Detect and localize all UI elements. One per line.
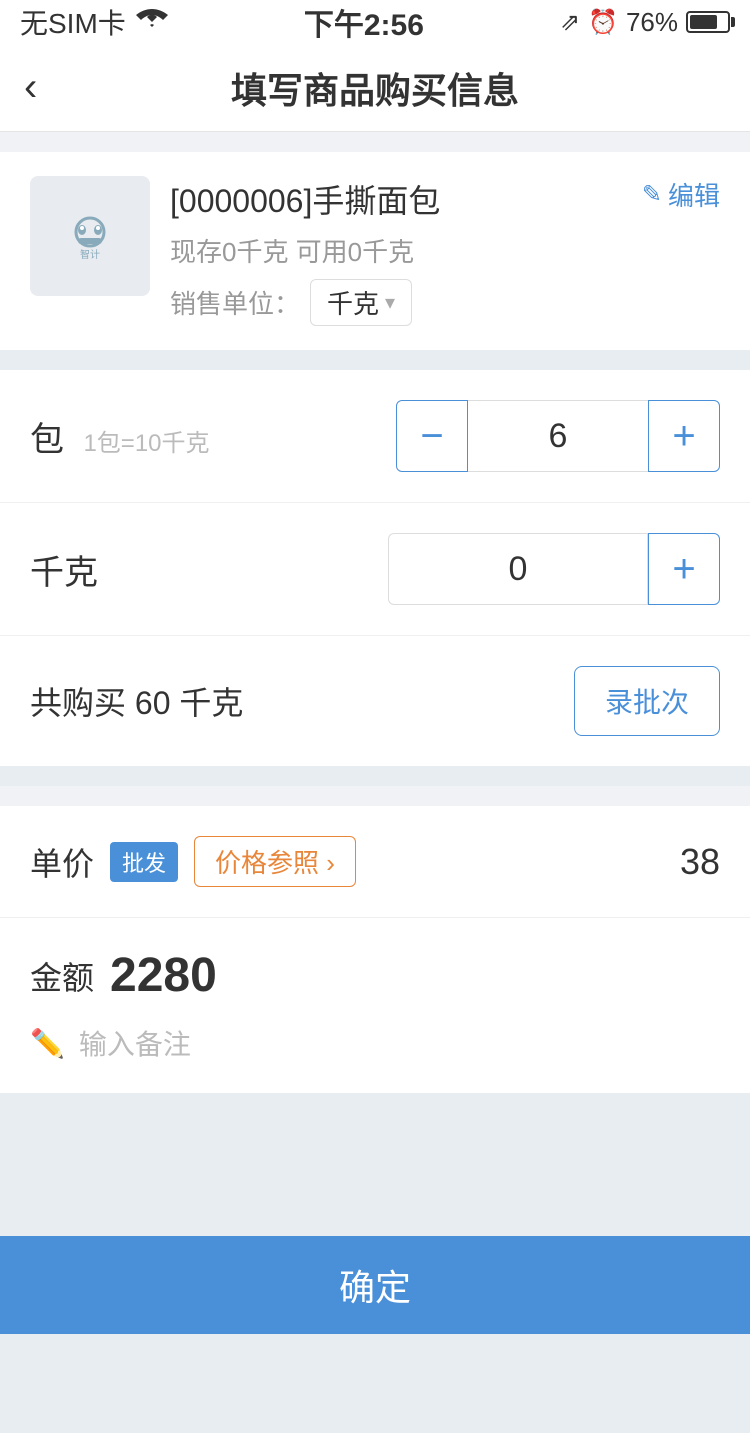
amount-value: 2280 [110, 948, 217, 1003]
page-title: 填写商品购买信息 [231, 62, 519, 114]
product-info: [0000006]手撕面包 现存0千克 可用0千克 销售单位： 千克 ▾ [170, 176, 720, 326]
kg-label: 千克 [30, 545, 388, 594]
product-image: 智计 [30, 176, 150, 296]
wifi-icon [136, 6, 168, 38]
price-value: 38 [680, 841, 720, 883]
input-section: 包 1包=10千克 − + 千克 + [0, 370, 750, 636]
product-stock: 现存0千克 可用0千克 [170, 232, 720, 269]
edit-button[interactable]: ✎ 编辑 [642, 176, 720, 213]
amount-section: 金额 2280 ✏️ 输入备注 [0, 917, 750, 1093]
product-name: [0000006]手撕面包 [170, 176, 720, 222]
kg-input-row: 千克 + [0, 503, 750, 636]
status-bar: 无SIM卡 下午2:56 ⇗ ⏰ 76% [0, 0, 750, 44]
summary-row: 共购买 60 千克 录批次 [0, 636, 750, 766]
summary-text: 共购买 60 千克 [30, 678, 243, 724]
bag-quantity-input[interactable] [468, 400, 648, 472]
confirm-button[interactable]: 确定 [0, 1236, 750, 1334]
edit-icon: ✎ [642, 180, 662, 209]
nav-bar: ‹ 填写商品购买信息 [0, 44, 750, 132]
svg-text:智计: 智计 [80, 248, 100, 261]
unit-value: 千克 [327, 284, 379, 321]
pencil-icon: ✏️ [30, 1027, 65, 1060]
amount-row: 金额 2280 [30, 948, 720, 1003]
divider-2 [0, 766, 750, 786]
unit-select[interactable]: 千克 ▾ [310, 279, 412, 326]
remark-row[interactable]: ✏️ 输入备注 [30, 1023, 720, 1063]
product-unit: 销售单位： 千克 ▾ [170, 279, 720, 326]
kg-plus-button[interactable]: + [648, 533, 720, 605]
kg-quantity-control: + [388, 533, 720, 605]
location-icon: ⇗ [560, 8, 580, 37]
edit-label: 编辑 [668, 176, 720, 213]
battery-icon [686, 11, 730, 33]
kg-quantity-input[interactable] [388, 533, 648, 605]
bag-input-row: 包 1包=10千克 − + [0, 370, 750, 503]
bag-label: 包 1包=10千克 [30, 412, 396, 461]
unit-label: 销售单位： [170, 284, 300, 321]
product-card: 智计 [0000006]手撕面包 现存0千克 可用0千克 销售单位： 千克 ▾ … [0, 152, 750, 350]
batch-button[interactable]: 录批次 [574, 666, 720, 736]
remark-placeholder: 输入备注 [79, 1023, 191, 1063]
bag-minus-button[interactable]: − [396, 400, 468, 472]
price-ref-button[interactable]: 价格参照 › [194, 836, 356, 887]
status-right: ⇗ ⏰ 76% [560, 7, 730, 38]
bag-hint: 1包=10千克 [83, 430, 209, 457]
price-type-tag: 批发 [110, 842, 178, 882]
price-section: 单价 批发 价格参照 › 38 [0, 806, 750, 917]
carrier-label: 无SIM卡 [20, 2, 126, 42]
price-label: 单价 [30, 839, 94, 885]
bag-quantity-control: − + [396, 400, 720, 472]
back-button[interactable]: ‹ [24, 65, 37, 110]
time-label: 下午2:56 [304, 0, 424, 44]
battery-percent: 76% [626, 7, 678, 38]
price-row: 单价 批发 价格参照 › 38 [30, 836, 720, 887]
bag-plus-button[interactable]: + [648, 400, 720, 472]
status-left: 无SIM卡 [20, 2, 168, 42]
amount-label: 金额 [30, 953, 94, 999]
alarm-icon: ⏰ [588, 8, 618, 37]
unit-dropdown-icon: ▾ [385, 290, 395, 315]
divider-1 [0, 350, 750, 370]
